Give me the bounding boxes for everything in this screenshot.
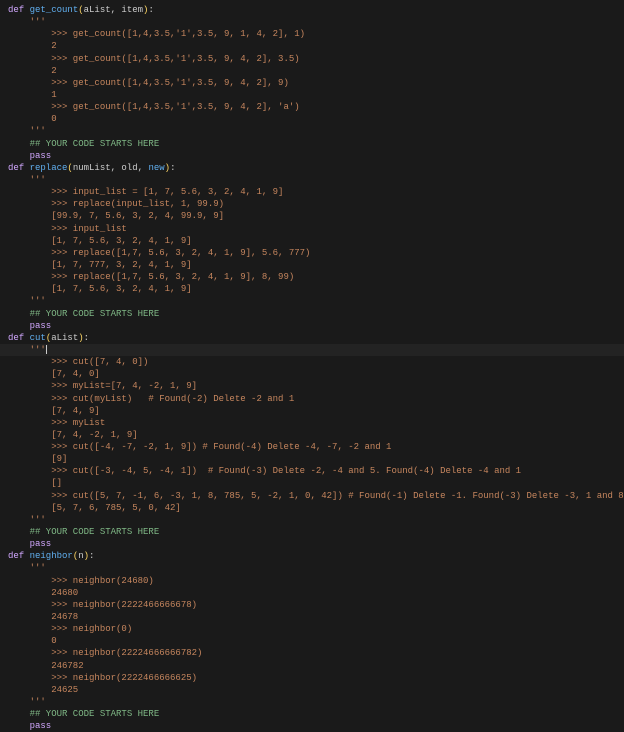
pass-stmt: pass (0, 538, 624, 550)
docstring: 24625 (0, 684, 624, 696)
docstring: >>> myList (0, 417, 624, 429)
comment: ## YOUR CODE STARTS HERE (0, 308, 624, 320)
docstring: [1, 7, 777, 3, 2, 4, 1, 9] (0, 259, 624, 271)
docstring: ''' (0, 514, 624, 526)
docstring: 246782 (0, 660, 624, 672)
docstring: >>> replace(input_list, 1, 99.9) (0, 198, 624, 210)
docstring: >>> myList=[7, 4, -2, 1, 9] (0, 380, 624, 392)
pass-stmt: pass (0, 720, 624, 732)
docstring: >>> cut([-3, -4, 5, -4, 1]) # Found(-3) … (0, 465, 624, 477)
docstring: ''' (0, 125, 624, 137)
def-line: def cut(aList): (0, 332, 624, 344)
docstring: 1 (0, 89, 624, 101)
comment: ## YOUR CODE STARTS HERE (0, 526, 624, 538)
comment: ## YOUR CODE STARTS HERE (0, 708, 624, 720)
def-line: def replace(numList, old, new): (0, 162, 624, 174)
docstring: ''' (0, 295, 624, 307)
comment: ## YOUR CODE STARTS HERE (0, 138, 624, 150)
docstring: >>> neighbor(2222466666625) (0, 672, 624, 684)
docstring: >>> cut([-4, -7, -2, 1, 9]) # Found(-4) … (0, 441, 624, 453)
def-line: def neighbor(n): (0, 550, 624, 562)
docstring: >>> neighbor(2222466666678) (0, 599, 624, 611)
code-editor[interactable]: def get_count(aList, item): ''' >>> get_… (0, 4, 624, 732)
pass-stmt: pass (0, 150, 624, 162)
docstring: ''' (0, 16, 624, 28)
docstring: [5, 7, 6, 785, 5, 0, 42] (0, 502, 624, 514)
docstring: ''' (0, 174, 624, 186)
docstring: >>> neighbor(22224666666782) (0, 647, 624, 659)
docstring-cursor-line: ''' (0, 344, 624, 356)
docstring: 2 (0, 65, 624, 77)
docstring: >>> input_list = [1, 7, 5.6, 3, 2, 4, 1,… (0, 186, 624, 198)
docstring: 24680 (0, 587, 624, 599)
docstring: ''' (0, 696, 624, 708)
docstring: [7, 4, 9] (0, 405, 624, 417)
docstring: [] (0, 477, 624, 489)
docstring: >>> cut([5, 7, -1, 6, -3, 1, 8, 785, 5, … (0, 490, 624, 502)
docstring: >>> replace([1,7, 5.6, 3, 2, 4, 1, 9], 8… (0, 271, 624, 283)
docstring: >>> input_list (0, 223, 624, 235)
docstring: >>> cut([7, 4, 0]) (0, 356, 624, 368)
def-line: def get_count(aList, item): (0, 4, 624, 16)
docstring: >>> get_count([1,4,3.5,'1',3.5, 9, 1, 4,… (0, 28, 624, 40)
docstring: [7, 4, 0] (0, 368, 624, 380)
docstring: >>> get_count([1,4,3.5,'1',3.5, 9, 4, 2]… (0, 77, 624, 89)
docstring: [1, 7, 5.6, 3, 2, 4, 1, 9] (0, 235, 624, 247)
text-cursor (46, 345, 47, 354)
docstring: [1, 7, 5.6, 3, 2, 4, 1, 9] (0, 283, 624, 295)
docstring: >>> get_count([1,4,3.5,'1',3.5, 9, 4, 2]… (0, 53, 624, 65)
docstring: 2 (0, 40, 624, 52)
docstring: 0 (0, 635, 624, 647)
pass-stmt: pass (0, 320, 624, 332)
docstring: 0 (0, 113, 624, 125)
docstring: [7, 4, -2, 1, 9] (0, 429, 624, 441)
docstring: >>> replace([1,7, 5.6, 3, 2, 4, 1, 9], 5… (0, 247, 624, 259)
docstring: 24678 (0, 611, 624, 623)
docstring: >>> cut(myList) # Found(-2) Delete -2 an… (0, 393, 624, 405)
docstring: ''' (0, 562, 624, 574)
docstring: [9] (0, 453, 624, 465)
docstring: >>> neighbor(24680) (0, 575, 624, 587)
docstring: >>> neighbor(0) (0, 623, 624, 635)
docstring: [99.9, 7, 5.6, 3, 2, 4, 99.9, 9] (0, 210, 624, 222)
docstring: >>> get_count([1,4,3.5,'1',3.5, 9, 4, 2]… (0, 101, 624, 113)
